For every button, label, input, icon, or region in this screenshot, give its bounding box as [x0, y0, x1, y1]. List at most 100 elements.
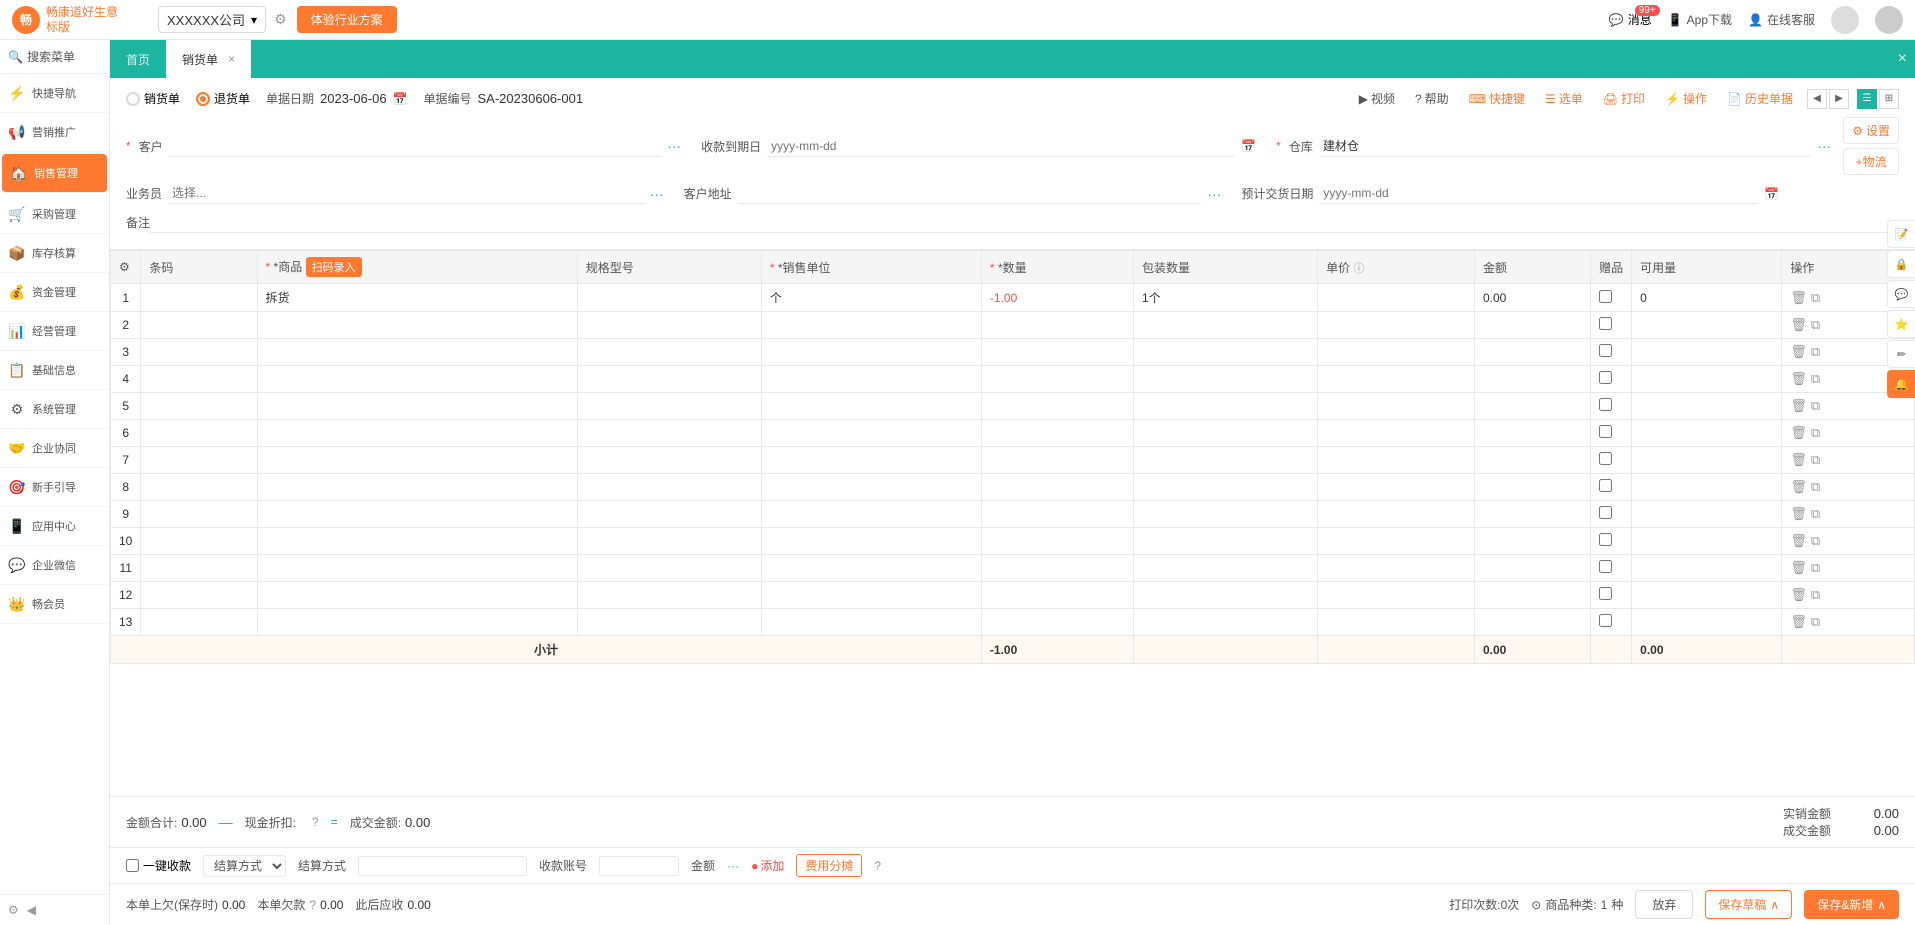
row-quantity[interactable]: -1.00: [981, 284, 1133, 312]
delete-icon[interactable]: 🗑: [1790, 290, 1807, 306]
row-price[interactable]: [1318, 393, 1475, 420]
customer-dots-btn[interactable]: ···: [667, 138, 681, 154]
copy-icon[interactable]: ⧉: [1811, 398, 1820, 414]
row-gift[interactable]: [1591, 366, 1632, 393]
row-spec[interactable]: [577, 366, 761, 393]
row-spec[interactable]: [577, 555, 761, 582]
row-product[interactable]: [257, 555, 577, 582]
row-unit[interactable]: [761, 609, 981, 636]
row-product[interactable]: [257, 366, 577, 393]
row-quantity[interactable]: [981, 393, 1133, 420]
payment-dots-btn[interactable]: ···: [727, 859, 739, 873]
float-star-btn[interactable]: ⭐: [1887, 310, 1915, 338]
row-product[interactable]: 拆货: [257, 284, 577, 312]
delete-icon[interactable]: 🗑: [1790, 533, 1807, 549]
sidebar-item-quick-nav[interactable]: ⚡ 快捷导航: [0, 74, 109, 113]
copy-icon[interactable]: ⧉: [1811, 479, 1820, 495]
row-price[interactable]: [1318, 420, 1475, 447]
copy-icon[interactable]: ⧉: [1811, 290, 1820, 306]
row-gift[interactable]: [1591, 609, 1632, 636]
row-gift[interactable]: [1591, 339, 1632, 366]
row-spec[interactable]: [577, 284, 761, 312]
sidebar-item-system[interactable]: ⚙ 系统管理: [0, 390, 109, 429]
company-selector[interactable]: XXXXXX公司 ▾: [158, 6, 266, 33]
float-note-btn[interactable]: 📝: [1887, 220, 1915, 248]
row-pack-qty[interactable]: [1134, 312, 1318, 339]
row-amount[interactable]: [1474, 501, 1590, 528]
row-quantity[interactable]: [981, 528, 1133, 555]
row-pack-qty[interactable]: [1134, 528, 1318, 555]
row-pack-qty[interactable]: 1个: [1134, 284, 1318, 312]
experience-button[interactable]: 体验行业方案: [297, 6, 397, 33]
row-price[interactable]: [1318, 582, 1475, 609]
copy-icon[interactable]: ⧉: [1811, 506, 1820, 522]
row-unit[interactable]: [761, 528, 981, 555]
row-price[interactable]: [1318, 501, 1475, 528]
row-gift[interactable]: [1591, 555, 1632, 582]
row-pack-qty[interactable]: [1134, 609, 1318, 636]
expected-cal-icon[interactable]: 📅: [1764, 187, 1779, 201]
row-unit[interactable]: [761, 447, 981, 474]
row-spec[interactable]: [577, 501, 761, 528]
row-quantity[interactable]: [981, 447, 1133, 474]
sidebar-item-finance[interactable]: 💰 资金管理: [0, 273, 109, 312]
row-price[interactable]: [1318, 312, 1475, 339]
customer-input[interactable]: [169, 136, 661, 157]
row-amount[interactable]: [1474, 582, 1590, 609]
sidebar-item-member[interactable]: 👑 畅会员: [0, 585, 109, 624]
row-gift[interactable]: [1591, 420, 1632, 447]
row-unit[interactable]: [761, 420, 981, 447]
row-barcode[interactable]: [141, 528, 257, 555]
delete-icon[interactable]: 🗑: [1790, 398, 1807, 414]
row-unit[interactable]: [761, 393, 981, 420]
customer-addr-dots-btn[interactable]: ···: [1207, 186, 1221, 202]
row-pack-qty[interactable]: [1134, 339, 1318, 366]
expense-split-button[interactable]: 费用分摊: [796, 854, 862, 877]
row-quantity[interactable]: [981, 555, 1133, 582]
row-quantity[interactable]: [981, 501, 1133, 528]
toolbar-shortcut-btn[interactable]: ⌨ 快捷键: [1463, 88, 1531, 109]
row-price[interactable]: [1318, 284, 1475, 312]
row-price[interactable]: [1318, 609, 1475, 636]
payment-date-input[interactable]: [767, 136, 1235, 157]
row-unit[interactable]: [761, 339, 981, 366]
delete-icon[interactable]: 🗑: [1790, 506, 1807, 522]
row-pack-qty[interactable]: [1134, 420, 1318, 447]
toolbar-history-btn[interactable]: 📄 历史单据: [1721, 88, 1799, 109]
payment-cal-icon[interactable]: 📅: [1241, 139, 1256, 153]
row-gift[interactable]: [1591, 582, 1632, 609]
copy-icon[interactable]: ⧉: [1811, 452, 1820, 468]
row-product[interactable]: [257, 447, 577, 474]
radio-sale[interactable]: 销货单: [126, 90, 180, 107]
one-click-payment-checkbox[interactable]: 一键收款: [126, 857, 191, 874]
save-new-button[interactable]: 保存&新增 ∧: [1804, 890, 1899, 919]
row-product[interactable]: [257, 393, 577, 420]
delete-icon[interactable]: 🗑: [1790, 371, 1807, 387]
expense-help-icon[interactable]: ?: [874, 859, 881, 873]
row-amount[interactable]: [1474, 528, 1590, 555]
row-product[interactable]: [257, 528, 577, 555]
row-spec[interactable]: [577, 582, 761, 609]
warehouse-input[interactable]: [1319, 136, 1811, 157]
row-price[interactable]: [1318, 555, 1475, 582]
calendar-icon[interactable]: 📅: [393, 92, 408, 106]
row-barcode[interactable]: [141, 339, 257, 366]
row-spec[interactable]: [577, 609, 761, 636]
row-amount[interactable]: 0.00: [1474, 284, 1590, 312]
radio-return[interactable]: 退货单: [196, 90, 250, 107]
sidebar-item-wechat[interactable]: 💬 企业微信: [0, 546, 109, 585]
add-payment-button[interactable]: ● 添加: [751, 857, 784, 874]
warehouse-dots-btn[interactable]: ···: [1817, 138, 1831, 154]
row-amount[interactable]: [1474, 339, 1590, 366]
view-list-btn[interactable]: ☰: [1857, 89, 1877, 109]
sidebar-item-base[interactable]: 📋 基础信息: [0, 351, 109, 390]
sidebar-item-appstore[interactable]: 📱 应用中心: [0, 507, 109, 546]
notes-input[interactable]: [150, 212, 1899, 233]
toolbar-print-btn[interactable]: 🖨 打印: [1597, 88, 1651, 109]
row-quantity[interactable]: [981, 474, 1133, 501]
row-price[interactable]: [1318, 339, 1475, 366]
row-gift[interactable]: [1591, 447, 1632, 474]
row-product[interactable]: [257, 312, 577, 339]
salesperson-dots-btn[interactable]: ···: [650, 186, 664, 202]
settings-icon[interactable]: ⚙: [274, 11, 287, 28]
